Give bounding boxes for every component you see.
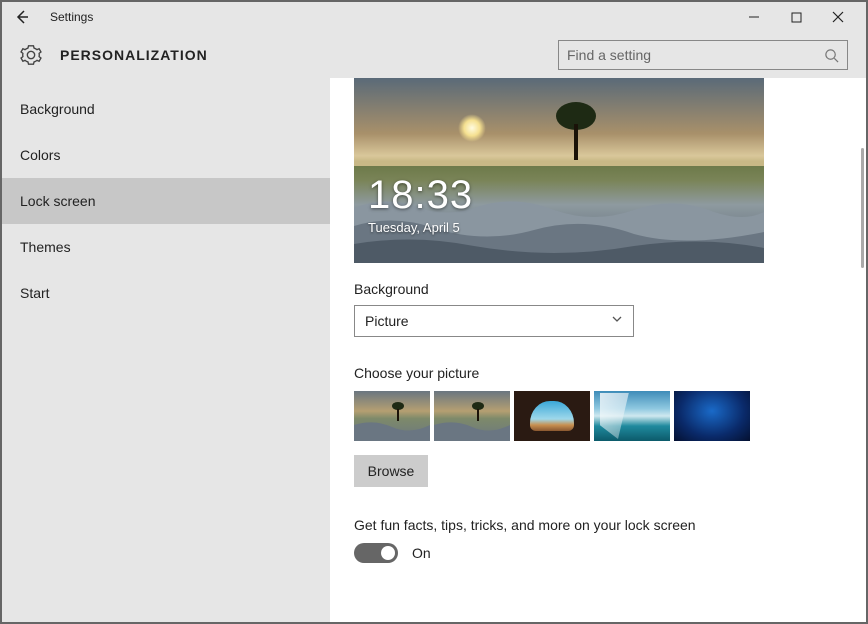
picture-thumb-1[interactable] bbox=[354, 391, 430, 441]
sidebar-item-label: Colors bbox=[20, 147, 60, 163]
titlebar: Settings bbox=[2, 2, 866, 32]
sidebar-item-start[interactable]: Start bbox=[2, 270, 330, 316]
content-pane: 18:33 Tuesday, April 5 Background Pictur… bbox=[330, 78, 866, 622]
picture-thumb-4[interactable] bbox=[594, 391, 670, 441]
arrow-left-icon bbox=[14, 9, 30, 25]
picture-thumbnails bbox=[354, 391, 866, 441]
sidebar: Background Colors Lock screen Themes Sta… bbox=[2, 78, 330, 622]
fun-facts-toggle-row: On bbox=[354, 543, 866, 563]
picture-thumb-3[interactable] bbox=[514, 391, 590, 441]
toggle-state-label: On bbox=[412, 545, 431, 561]
fun-facts-label: Get fun facts, tips, tricks, and more on… bbox=[354, 517, 774, 533]
window-buttons bbox=[734, 4, 858, 30]
maximize-icon bbox=[791, 12, 802, 23]
choose-picture-label: Choose your picture bbox=[354, 365, 866, 381]
body: Background Colors Lock screen Themes Sta… bbox=[2, 78, 866, 622]
gear-icon bbox=[20, 44, 42, 66]
picture-thumb-5[interactable] bbox=[674, 391, 750, 441]
picture-thumb-2[interactable] bbox=[434, 391, 510, 441]
scrollbar[interactable] bbox=[861, 148, 864, 268]
browse-button[interactable]: Browse bbox=[354, 455, 428, 487]
dropdown-value: Picture bbox=[365, 313, 409, 329]
background-dropdown[interactable]: Picture bbox=[354, 305, 634, 337]
sidebar-item-lock-screen[interactable]: Lock screen bbox=[2, 178, 330, 224]
sidebar-item-label: Start bbox=[20, 285, 50, 301]
background-label: Background bbox=[354, 281, 866, 297]
settings-window: Settings PERSONALIZATION Background Colo… bbox=[0, 0, 868, 624]
sidebar-item-label: Background bbox=[20, 101, 95, 117]
minimize-icon bbox=[748, 11, 760, 23]
back-button[interactable] bbox=[10, 5, 34, 29]
header: PERSONALIZATION bbox=[2, 32, 866, 78]
clock-time: 18:33 bbox=[368, 173, 473, 218]
clock-date: Tuesday, April 5 bbox=[368, 220, 473, 235]
sidebar-item-themes[interactable]: Themes bbox=[2, 224, 330, 270]
page-title: PERSONALIZATION bbox=[60, 47, 208, 63]
window-title: Settings bbox=[50, 10, 93, 24]
fun-facts-toggle[interactable] bbox=[354, 543, 398, 563]
search-input[interactable] bbox=[567, 47, 824, 63]
toggle-knob bbox=[381, 546, 395, 560]
sidebar-item-colors[interactable]: Colors bbox=[2, 132, 330, 178]
maximize-button[interactable] bbox=[776, 4, 816, 30]
close-icon bbox=[832, 11, 844, 23]
close-button[interactable] bbox=[818, 4, 858, 30]
sidebar-item-label: Themes bbox=[20, 239, 71, 255]
sidebar-item-background[interactable]: Background bbox=[2, 86, 330, 132]
minimize-button[interactable] bbox=[734, 4, 774, 30]
search-icon bbox=[824, 48, 839, 63]
tree-icon bbox=[554, 100, 598, 165]
sidebar-item-label: Lock screen bbox=[20, 193, 95, 209]
lockscreen-clock: 18:33 Tuesday, April 5 bbox=[368, 173, 473, 235]
search-box[interactable] bbox=[558, 40, 848, 70]
lockscreen-preview: 18:33 Tuesday, April 5 bbox=[354, 78, 764, 263]
chevron-down-icon bbox=[611, 312, 623, 330]
